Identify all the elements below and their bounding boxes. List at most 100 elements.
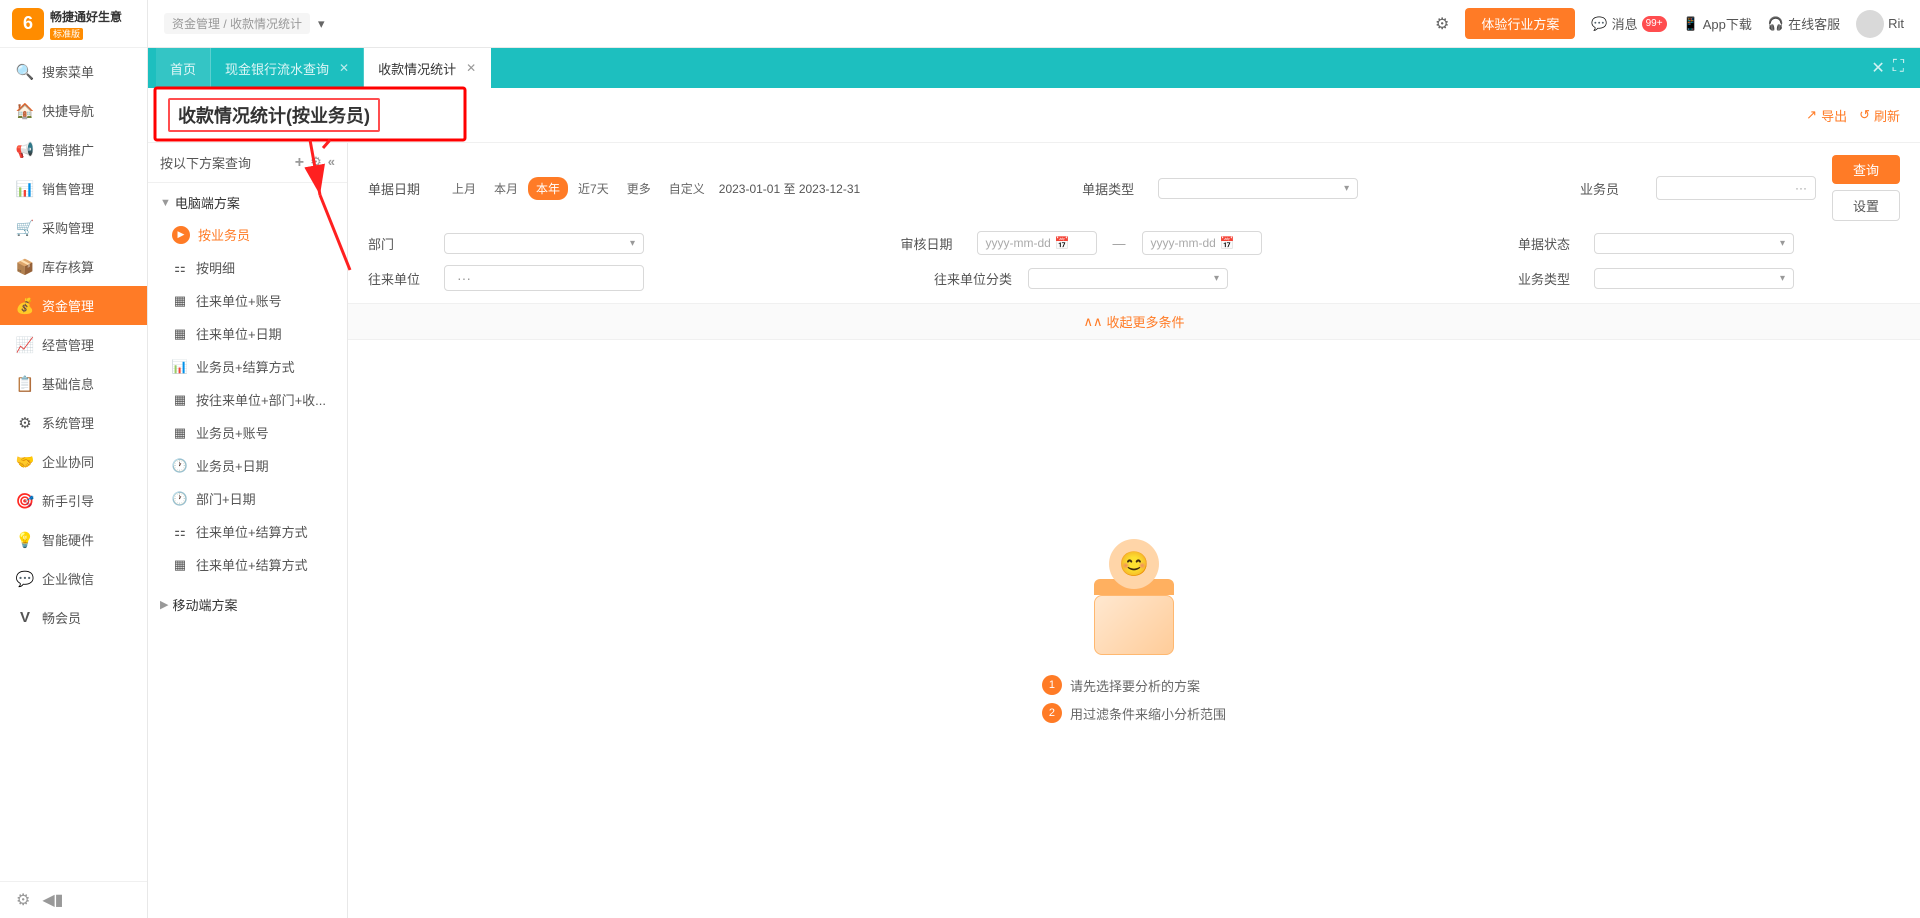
collapse-label: 收起更多条件 xyxy=(1107,312,1185,331)
nav-label-operations: 经营管理 xyxy=(42,335,94,354)
review-date-start[interactable]: yyyy-mm-dd 📅 xyxy=(977,231,1097,255)
biz-type-select[interactable]: ▾ xyxy=(1594,268,1794,289)
scheme-item-partner-settle1[interactable]: ⚏ 往来单位+结算方式 xyxy=(148,515,347,548)
sidebar-item-basic-info[interactable]: 📋 基础信息 xyxy=(0,364,147,403)
sidebar-item-quicknav[interactable]: 🏠 快捷导航 xyxy=(0,91,147,130)
sidebar-item-collab[interactable]: 🤝 企业协同 xyxy=(0,442,147,481)
sidebar-item-system[interactable]: ⚙ 系统管理 xyxy=(0,403,147,442)
partner-category-select[interactable]: ▾ xyxy=(1028,268,1228,289)
date-tab-this-month[interactable]: 本月 xyxy=(486,177,526,200)
scheme-item-salesperson-date[interactable]: 🕐 业务员+日期 xyxy=(148,449,347,482)
settings-button[interactable]: 设置 xyxy=(1832,190,1900,221)
voucher-status-select[interactable]: ▾ xyxy=(1594,233,1794,254)
inventory-icon: 📦 xyxy=(16,258,34,276)
scheme-item-salesperson-settle[interactable]: 📊 业务员+结算方式 xyxy=(148,350,347,383)
filter-row-1: 单据日期 上月 本月 本年 近7天 更多 自定义 2023- xyxy=(368,155,1900,221)
panel-collapse-icon[interactable]: « xyxy=(328,154,335,172)
dept-select[interactable]: ▾ xyxy=(444,233,644,254)
scheme-item-partner-dept[interactable]: ▦ 按往来单位+部门+收... xyxy=(148,383,347,416)
sidebar-item-wechat[interactable]: 💬 企业微信 xyxy=(0,559,147,598)
tab-collection-stats[interactable]: 收款情况统计 ✕ xyxy=(364,48,491,88)
query-buttons: 查询 设置 xyxy=(1832,155,1900,221)
voucher-type-select[interactable]: ▾ xyxy=(1158,178,1358,199)
scheme-item-salesperson-settle-label: 业务员+结算方式 xyxy=(196,357,295,376)
scheme-item-partner-settle2[interactable]: ▦ 往来单位+结算方式 xyxy=(148,548,347,581)
scheme-item-partner-account[interactable]: ▦ 往来单位+账号 xyxy=(148,284,347,317)
sidebar-item-operations[interactable]: 📈 经营管理 xyxy=(0,325,147,364)
tab-bank-flow[interactable]: 现金银行流水查询 ✕ xyxy=(211,48,364,88)
date-tab-more[interactable]: 更多 xyxy=(619,177,659,200)
app-download-action[interactable]: 📱 App下载 xyxy=(1683,14,1752,33)
scheme-item-partner-account-label: 往来单位+账号 xyxy=(196,291,282,310)
nav-label-basicinfo: 基础信息 xyxy=(42,374,94,393)
header-gear-icon[interactable]: ⚙ xyxy=(1435,14,1449,34)
window-maximize-btn[interactable]: ⛶ xyxy=(1893,58,1904,78)
sidebar: 6 畅捷通好生意 标准版 🔍 搜索菜单 🏠 快捷导航 📢 营销推广 📊 销售管理… xyxy=(0,0,148,918)
scheme-item-detail[interactable]: ⚏ 按明细 xyxy=(148,251,347,284)
user-info[interactable]: Rit xyxy=(1856,10,1904,38)
download-icon: 📱 xyxy=(1683,16,1699,32)
breadcrumb: 资金管理 / 收款情况统计 xyxy=(164,13,310,34)
sidebar-item-member[interactable]: V 畅会员 xyxy=(0,598,147,637)
sidebar-item-marketing[interactable]: 📢 营销推广 xyxy=(0,130,147,169)
sidebar-item-hardware[interactable]: 💡 智能硬件 xyxy=(0,520,147,559)
tab-home[interactable]: 首页 xyxy=(156,48,211,88)
partner-settle2-icon: ▦ xyxy=(172,557,188,573)
refresh-button[interactable]: ↺ 刷新 xyxy=(1859,106,1900,125)
voucher-type-label: 单据类型 xyxy=(1082,179,1142,198)
collapse-button[interactable]: ∧∧ 收起更多条件 xyxy=(1083,312,1184,331)
biz-type-label: 业务类型 xyxy=(1518,269,1578,288)
sidebar-item-guide[interactable]: 🎯 新手引导 xyxy=(0,481,147,520)
date-label: 单据日期 xyxy=(368,179,428,198)
nav-label-sales: 销售管理 xyxy=(42,179,94,198)
message-action[interactable]: 💬 消息 99+ xyxy=(1591,14,1666,33)
collapse-sidebar-icon[interactable]: ◀▮ xyxy=(42,890,63,910)
date-tab-this-year[interactable]: 本年 xyxy=(528,177,568,200)
scheme-item-salesperson[interactable]: ▶ 按业务员 xyxy=(148,218,347,251)
scheme-settings-icon[interactable]: ⚙ xyxy=(310,154,322,172)
scheme-item-salesperson-date-label: 业务员+日期 xyxy=(196,456,269,475)
tab-collection-stats-close[interactable]: ✕ xyxy=(466,61,476,75)
scheme-group-mobile-header[interactable]: ▶ 移动端方案 xyxy=(148,589,347,620)
message-label: 消息 xyxy=(1612,14,1638,33)
date-tab-7days[interactable]: 近7天 xyxy=(570,177,617,200)
review-date-end[interactable]: yyyy-mm-dd 📅 xyxy=(1142,231,1262,255)
add-scheme-icon[interactable]: + xyxy=(295,154,304,172)
scheme-item-dept-date[interactable]: 🕐 部门+日期 xyxy=(148,482,347,515)
tab-bank-flow-close[interactable]: ✕ xyxy=(339,61,349,75)
marketing-icon: 📢 xyxy=(16,141,34,159)
settings-bottom-icon[interactable]: ⚙ xyxy=(16,890,30,910)
sidebar-item-inventory[interactable]: 📦 库存核算 xyxy=(0,247,147,286)
scheme-group-pc-header[interactable]: ▼ 电脑端方案 xyxy=(148,187,347,218)
scheme-item-partner-date[interactable]: ▦ 往来单位+日期 xyxy=(148,317,347,350)
online-service-action[interactable]: 🎧 在线客服 xyxy=(1768,14,1840,33)
sidebar-item-sales[interactable]: 📊 销售管理 xyxy=(0,169,147,208)
salesperson-account-icon: ▦ xyxy=(172,425,188,441)
sidebar-item-purchase[interactable]: 🛒 采购管理 xyxy=(0,208,147,247)
hint-num-2: 2 xyxy=(1042,703,1062,723)
body-area: 按以下方案查询 + ⚙ « ▼ 电脑端方案 ▶ 按业务员 xyxy=(148,143,1920,918)
system-icon: ⚙ xyxy=(16,414,34,432)
scheme-item-salesperson-account[interactable]: ▦ 业务员+账号 xyxy=(148,416,347,449)
export-icon: ↗ xyxy=(1806,107,1817,123)
export-button[interactable]: ↗ 导出 xyxy=(1806,106,1847,125)
voucher-status-label: 单据状态 xyxy=(1518,234,1578,253)
scheme-item-detail-label: 按明细 xyxy=(196,258,235,277)
partner-select[interactable]: ··· xyxy=(444,265,644,291)
trial-button[interactable]: 体验行业方案 xyxy=(1465,8,1575,39)
dept-label: 部门 xyxy=(368,234,428,253)
date-tab-custom[interactable]: 自定义 xyxy=(661,177,713,200)
home-icon: 🏠 xyxy=(16,102,34,120)
window-close-btn[interactable]: ✕ xyxy=(1871,58,1884,78)
sidebar-item-search[interactable]: 🔍 搜索菜单 xyxy=(0,52,147,91)
nav-label-inventory: 库存核算 xyxy=(42,257,94,276)
member-icon: V xyxy=(16,609,34,627)
page-actions: ↗ 导出 ↺ 刷新 xyxy=(1806,106,1900,125)
salesperson-select[interactable]: ··· xyxy=(1656,176,1816,200)
sidebar-item-finance[interactable]: 💰 资金管理 xyxy=(0,286,147,325)
top-header: 资金管理 / 收款情况统计 ▾ ⚙ 体验行业方案 💬 消息 99+ 📱 App下… xyxy=(148,0,1920,48)
query-button[interactable]: 查询 xyxy=(1832,155,1900,184)
breadcrumb-dropdown[interactable]: ▾ xyxy=(318,16,325,32)
collapse-bar[interactable]: ∧∧ 收起更多条件 xyxy=(348,304,1920,340)
date-tab-last-month[interactable]: 上月 xyxy=(444,177,484,200)
